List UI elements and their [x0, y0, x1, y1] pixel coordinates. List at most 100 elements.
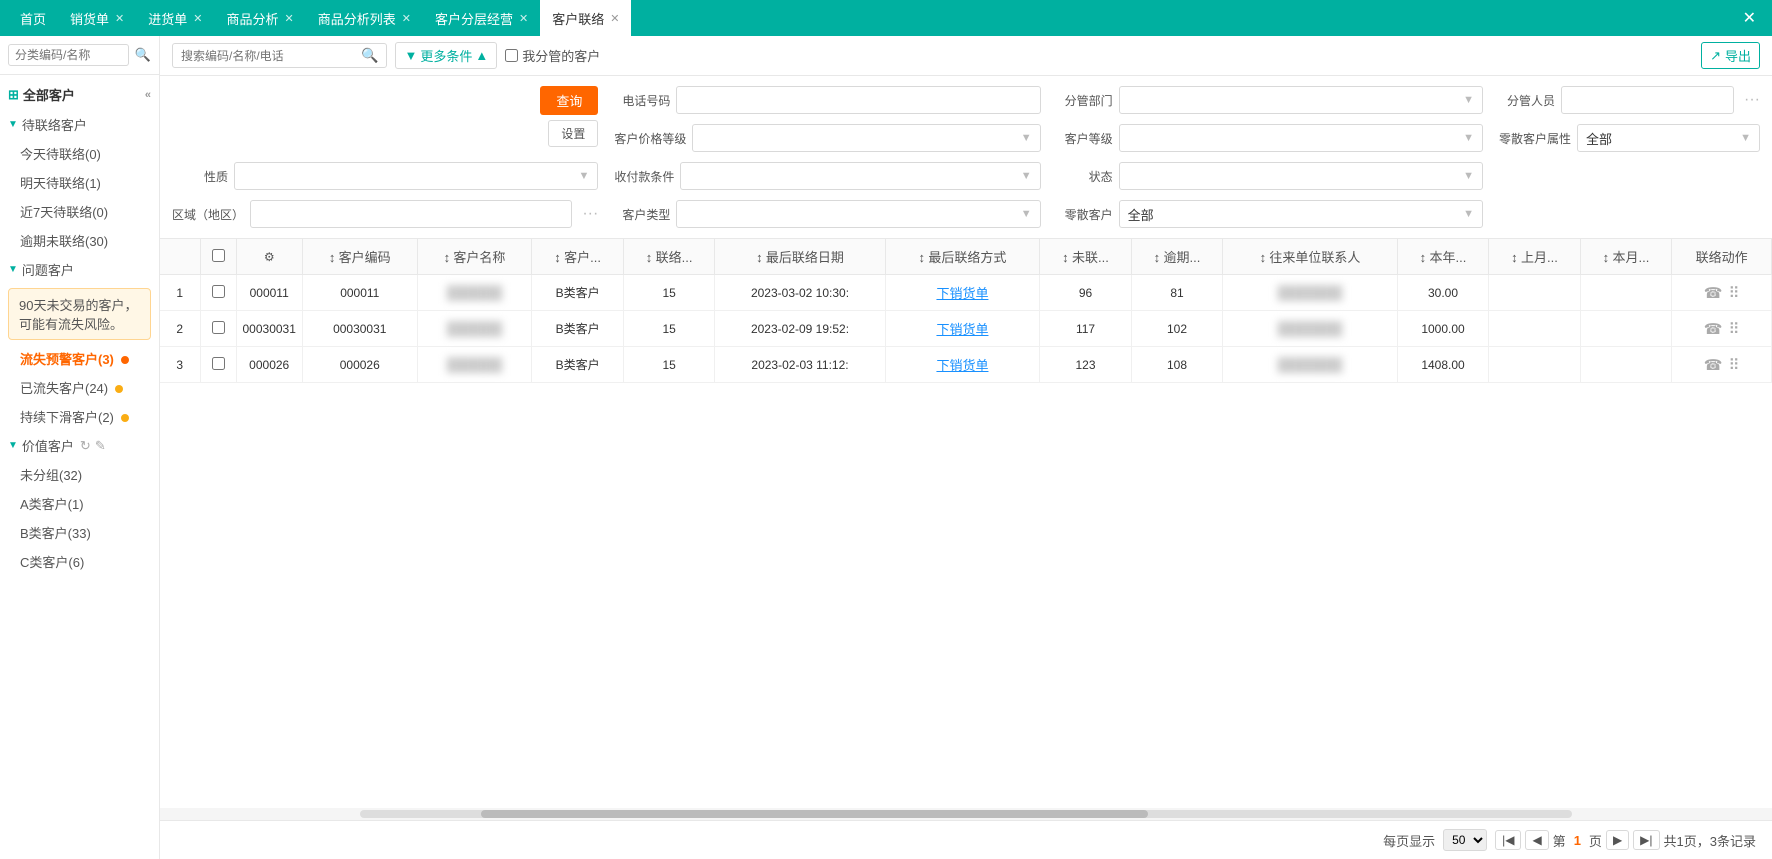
filter-payment-select[interactable]: ▼ — [680, 162, 1040, 190]
nav-close-sales[interactable]: ✕ — [115, 12, 124, 25]
export-btn[interactable]: ↗ 导出 — [1701, 42, 1760, 69]
nav-item-customer-segment[interactable]: 客户分层经营 ✕ — [423, 0, 540, 36]
last-method-link-2[interactable]: 下销货单 — [936, 358, 988, 373]
search-input[interactable] — [181, 49, 361, 63]
sidebar-content: ⊞ 全部客户 « ▼ 待联络客户 今天待联络(0) 明天待联络(1) 近7天待联… — [0, 75, 159, 580]
col-this-month-sort[interactable]: ↕ — [1603, 250, 1610, 265]
filter-person-dots[interactable]: ··· — [1744, 91, 1760, 109]
page-last-btn[interactable]: ▶| — [1633, 830, 1659, 850]
sidebar-item-7days-contact[interactable]: 近7天待联络(0) — [0, 197, 159, 226]
filter-payment-label: 收付款条件 — [614, 168, 674, 185]
col-overdue-sort[interactable]: ↕ — [1154, 250, 1161, 265]
cell-type-0: B类客户 — [532, 275, 623, 311]
col-type-sort[interactable]: ↕ — [554, 250, 561, 265]
col-name-sort[interactable]: ↕ — [444, 250, 451, 265]
sidebar-all-customers[interactable]: ⊞ 全部客户 « — [0, 79, 159, 110]
filter-customer-type-select[interactable]: ▼ — [676, 200, 1040, 228]
col-code-sort[interactable]: ↕ — [329, 250, 336, 265]
setting-btn[interactable]: 设置 — [548, 120, 598, 147]
cell-type-2: B类客户 — [532, 347, 623, 383]
more-action-icon-0[interactable]: ⠿ — [1728, 284, 1739, 302]
sidebar-item-unclassified[interactable]: 未分组(32) — [0, 460, 159, 489]
last-method-link-0[interactable]: 下销货单 — [936, 286, 988, 301]
filter-scatter-select[interactable]: 全部 ▼ — [1119, 200, 1483, 228]
col-contact-sort[interactable]: ↕ — [646, 250, 653, 265]
contact-action-icon-0[interactable]: ☎ — [1704, 284, 1723, 302]
page-prev-btn[interactable]: ◀ — [1525, 830, 1548, 850]
nav-item-sales[interactable]: 销货单 ✕ — [58, 0, 136, 36]
my-customers-check[interactable] — [505, 49, 518, 62]
query-btn[interactable]: 查询 — [540, 86, 598, 115]
sidebar-item-churn-warning[interactable]: 流失预警客户(3) — [0, 344, 159, 373]
sidebar-search-icon[interactable]: 🔍 — [135, 47, 151, 63]
select-all-checkbox[interactable] — [212, 249, 225, 262]
per-page-select[interactable]: 50 — [1443, 829, 1487, 851]
sidebar-item-churned[interactable]: 已流失客户(24) — [0, 373, 159, 402]
chevron-down-grade: ▼ — [1463, 132, 1474, 144]
col-last-method-sort[interactable]: ↕ — [919, 250, 926, 265]
chevron-down-price: ▼ — [1021, 132, 1032, 144]
nav-close-customer-contact[interactable]: ✕ — [610, 12, 619, 25]
last-method-link-1[interactable]: 下销货单 — [936, 322, 988, 337]
section-problem-customers[interactable]: ▼ 问题客户 — [0, 255, 159, 284]
more-conditions-btn[interactable]: ▼ 更多条件 ▲ — [395, 42, 497, 69]
filter-dept-select[interactable]: ▼ — [1119, 86, 1483, 114]
sidebar-item-overdue-contact[interactable]: 逾期未联络(30) — [0, 226, 159, 255]
edit-icon[interactable]: ✎ — [95, 438, 106, 454]
cell-check-0 — [200, 275, 236, 311]
refresh-icon[interactable]: ↻ — [80, 438, 91, 454]
filter-status-select[interactable]: ▼ — [1119, 162, 1483, 190]
col-unit-contact-sort[interactable]: ↕ — [1260, 250, 1267, 265]
page-first-btn[interactable]: |◀ — [1495, 830, 1521, 850]
sidebar-item-today-contact[interactable]: 今天待联络(0) — [0, 139, 159, 168]
section-pending-contact[interactable]: ▼ 待联络客户 — [0, 110, 159, 139]
nav-item-home[interactable]: 首页 — [8, 0, 58, 36]
col-uncontacted-sort[interactable]: ↕ — [1062, 250, 1069, 265]
filter-region-dots[interactable]: ··· — [582, 205, 598, 223]
grid-icon: ⊞ — [8, 87, 19, 103]
filter-price-grade-select[interactable]: ▼ — [692, 124, 1040, 152]
filter-customer-grade-select[interactable]: ▼ — [1119, 124, 1483, 152]
contact-action-icon-1[interactable]: ☎ — [1704, 320, 1723, 338]
page-next-btn[interactable]: ▶ — [1606, 830, 1629, 850]
cell-unit-contact-1: ███████ — [1223, 311, 1398, 347]
filter-region-input[interactable] — [250, 200, 572, 228]
more-action-icon-2[interactable]: ⠿ — [1728, 356, 1739, 374]
sidebar-item-declining[interactable]: 持续下滑客户(2) — [0, 402, 159, 431]
row-checkbox-1[interactable] — [212, 321, 225, 334]
col-settings[interactable]: ⚙ — [236, 239, 302, 275]
export-icon: ↗ — [1710, 48, 1721, 64]
sidebar-item-class-c[interactable]: C类客户(6) — [0, 547, 159, 576]
nav-close-all[interactable]: ✕ — [1735, 8, 1764, 28]
nav-close-product-list[interactable]: ✕ — [402, 12, 411, 25]
more-action-icon-1[interactable]: ⠿ — [1728, 320, 1739, 338]
search-icon[interactable]: 🔍 — [361, 47, 378, 64]
col-last-month-sort[interactable]: ↕ — [1511, 250, 1518, 265]
sidebar-item-class-b[interactable]: B类客户(33) — [0, 518, 159, 547]
section-value-customers[interactable]: ▼ 价值客户 ↻ ✎ — [0, 431, 159, 460]
filter-person-input[interactable] — [1561, 86, 1734, 114]
page-nav: |◀ ◀ 第 1 页 ▶ ▶| 共1页，3条记录 — [1495, 830, 1756, 850]
col-this-year-sort[interactable]: ↕ — [1420, 250, 1427, 265]
nav-item-product-list[interactable]: 商品分析列表 ✕ — [306, 0, 423, 36]
row-checkbox-2[interactable] — [212, 357, 225, 370]
nav-item-purchase[interactable]: 进货单 ✕ — [136, 0, 214, 36]
row-checkbox-0[interactable] — [212, 285, 225, 298]
nav-item-customer-contact[interactable]: 客户联络 ✕ — [540, 0, 631, 36]
sidebar-item-tomorrow-contact[interactable]: 明天待联络(1) — [0, 168, 159, 197]
nav-close-product-analysis[interactable]: ✕ — [285, 12, 294, 25]
filter-customer-type-label: 客户类型 — [614, 206, 670, 223]
scrollbar-thumb[interactable] — [481, 810, 1148, 818]
filter-nature-select[interactable]: ▼ — [234, 162, 598, 190]
sidebar-search-input[interactable] — [8, 44, 129, 66]
filter-scatter-attr-select[interactable]: 全部 ▼ — [1577, 124, 1760, 152]
horizontal-scrollbar[interactable] — [160, 808, 1772, 820]
col-last-date-sort[interactable]: ↕ — [756, 250, 763, 265]
nav-close-customer-segment[interactable]: ✕ — [519, 12, 528, 25]
sidebar-item-class-a[interactable]: A类客户(1) — [0, 489, 159, 518]
nav-close-purchase[interactable]: ✕ — [193, 12, 202, 25]
nav-item-product-analysis[interactable]: 商品分析 ✕ — [214, 0, 305, 36]
nav-label-home: 首页 — [20, 9, 46, 28]
filter-phone-input[interactable] — [676, 86, 1040, 114]
contact-action-icon-2[interactable]: ☎ — [1704, 356, 1723, 374]
